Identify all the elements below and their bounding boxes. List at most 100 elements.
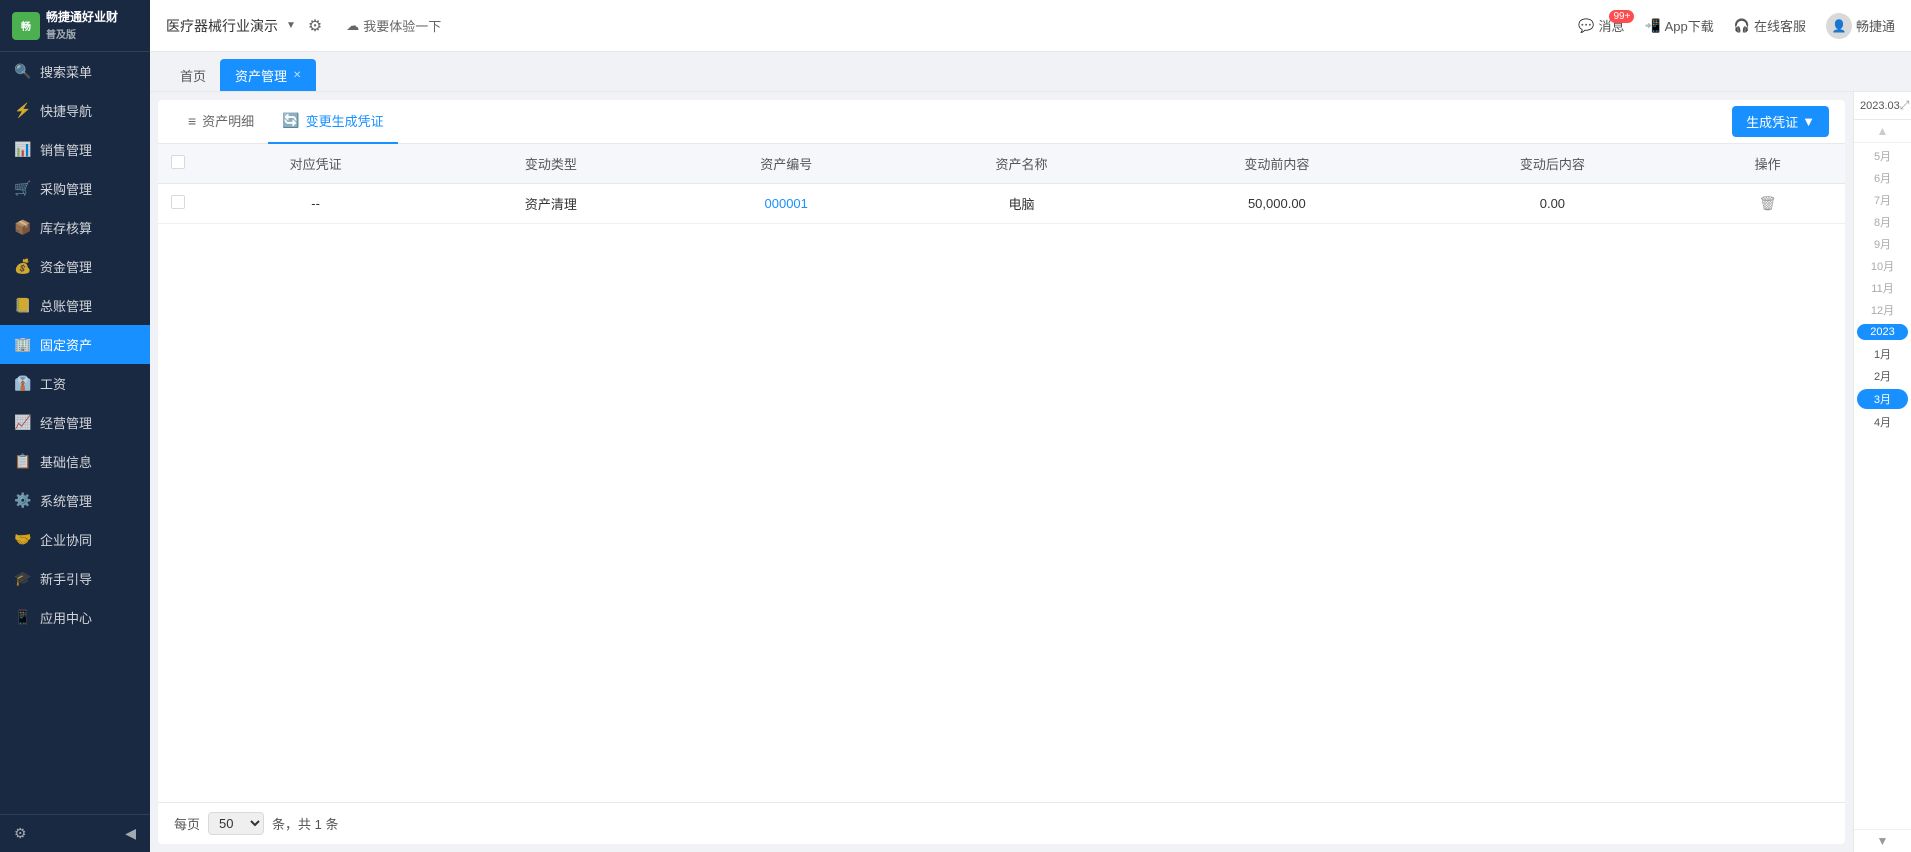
topbar: 医疗器械行业演示 ▼ ⚙ ☁ 我要体验一下 💬 消息 99+ 📲 App下载 🎧… [150, 0, 1911, 52]
message-btn[interactable]: 💬 消息 99+ [1578, 16, 1624, 35]
tab-home[interactable]: 首页 [166, 59, 220, 91]
cell-asset-no: 000001 [669, 184, 904, 224]
tl-month-10[interactable]: 10月 [1871, 255, 1894, 277]
header-voucher: 对应凭证 [198, 144, 433, 184]
headset-icon: 🎧 [1734, 18, 1750, 34]
cell-change-type: 资产清理 [433, 184, 668, 224]
generate-voucher-button[interactable]: 生成凭证 ▼ [1732, 106, 1829, 137]
header-before: 变动前内容 [1139, 144, 1415, 184]
user-label: 畅捷通 [1856, 16, 1895, 35]
tabbar: 首页 资产管理 ✕ [150, 52, 1911, 92]
sidebar-item-app-center[interactable]: 📱 应用中心 [0, 598, 150, 637]
inner-tab-change-label: 变更生成凭证 [306, 111, 384, 130]
sidebar-item-enterprise[interactable]: 🤝 企业协同 [0, 520, 150, 559]
money-icon: 💰 [14, 258, 32, 276]
user-btn[interactable]: 👤 畅捷通 [1826, 13, 1895, 39]
sidebar-nav: 🔍 搜索菜单 ⚡ 快捷导航 📊 销售管理 🛒 采购管理 📦 库存核算 💰 资金管… [0, 52, 150, 814]
sidebar-item-sales[interactable]: 📊 销售管理 [0, 130, 150, 169]
right-panel-header: 2023.03 ⤢ ✕ [1854, 92, 1911, 120]
handshake-icon: 🤝 [14, 531, 32, 549]
tl-month-5[interactable]: 5月 [1874, 145, 1891, 167]
sidebar-item-basic-info[interactable]: 📋 基础信息 [0, 442, 150, 481]
row-checkbox[interactable] [171, 195, 185, 209]
sidebar-item-quick-nav[interactable]: ⚡ 快捷导航 [0, 91, 150, 130]
sidebar-item-system[interactable]: ⚙️ 系统管理 [0, 481, 150, 520]
data-table-container: 对应凭证 变动类型 资产编号 资产名称 变动前内容 变动后内容 操作 [158, 144, 1845, 802]
tl-month-11[interactable]: 11月 [1871, 277, 1893, 299]
app-download-label: App下载 [1665, 16, 1714, 35]
logo-title: 畅捷通好业财 [46, 10, 118, 26]
panel-expand-icon[interactable]: ⤢ [1900, 98, 1910, 113]
header-asset-no: 资产编号 [669, 144, 904, 184]
panel-year-label: 2023.03 [1860, 100, 1900, 112]
cell-asset-name: 电脑 [904, 184, 1139, 224]
asset-id-link[interactable]: 000001 [765, 196, 808, 211]
scroll-up-btn[interactable]: ▲ [1854, 120, 1911, 143]
right-panel: 2023.03 ⤢ ✕ ▲ 5月 6月 7月 8月 9月 10月 11月 12月 [1853, 92, 1911, 852]
info-icon: 📋 [14, 453, 32, 471]
tl-month-2[interactable]: 2月 [1874, 365, 1891, 387]
chart-icon: 📊 [14, 141, 32, 159]
sidebar-item-search[interactable]: 🔍 搜索菜单 [0, 52, 150, 91]
select-all-checkbox[interactable] [171, 155, 185, 169]
scroll-down-icon: ▼ [1877, 834, 1889, 848]
sidebar-item-funds[interactable]: 💰 资金管理 [0, 247, 150, 286]
scroll-down-btn[interactable]: ▼ [1854, 829, 1911, 852]
tab-close-icon[interactable]: ✕ [293, 70, 301, 81]
inner-tab-asset-detail[interactable]: ≡ 资产明细 [174, 100, 268, 144]
tab-asset-label: 资产管理 [235, 66, 287, 85]
sidebar-item-fixed-assets[interactable]: 🏢 固定资产 [0, 325, 150, 364]
tl-year-2023[interactable]: 2023 [1857, 324, 1908, 340]
tl-month-8[interactable]: 8月 [1874, 211, 1891, 233]
sidebar-item-label: 工资 [40, 374, 66, 393]
sidebar-item-label: 经营管理 [40, 413, 92, 432]
tl-month-3-active[interactable]: 3月 [1857, 389, 1908, 409]
scroll-up-icon: ▲ [1877, 124, 1889, 138]
message-icon: 💬 [1578, 18, 1594, 34]
tl-month-4[interactable]: 4月 [1874, 411, 1891, 433]
inner-tab-change-voucher[interactable]: 🔄 变更生成凭证 [268, 100, 397, 144]
sidebar-collapse-icon[interactable]: ◀ [125, 825, 136, 842]
tab-asset-management[interactable]: 资产管理 ✕ [220, 59, 316, 91]
app-download-btn[interactable]: 📲 App下载 [1644, 16, 1713, 35]
header-asset-name: 资产名称 [904, 144, 1139, 184]
sidebar-item-inventory[interactable]: 📦 库存核算 [0, 208, 150, 247]
tl-month-9[interactable]: 9月 [1874, 233, 1891, 255]
sidebar-item-purchase[interactable]: 🛒 采购管理 [0, 169, 150, 208]
sidebar-item-label: 采购管理 [40, 179, 92, 198]
topbar-settings-icon[interactable]: ⚙ [308, 16, 322, 36]
company-dropdown-icon[interactable]: ▼ [286, 20, 296, 31]
cell-after: 0.00 [1415, 184, 1691, 224]
sidebar-settings-icon[interactable]: ⚙ [14, 825, 27, 842]
tl-month-1[interactable]: 1月 [1874, 343, 1891, 365]
pagination: 每页 50 10 20 100 条，共 1 条 [158, 802, 1845, 844]
cell-voucher: -- [198, 184, 433, 224]
tl-month-12[interactable]: 12月 [1871, 299, 1894, 321]
sidebar-item-payroll[interactable]: 👔 工资 [0, 364, 150, 403]
panel-controls: ⤢ ✕ [1900, 98, 1911, 113]
header-checkbox-cell [158, 144, 198, 184]
customer-service-btn[interactable]: 🎧 在线客服 [1734, 16, 1806, 35]
settings-icon: ⚙️ [14, 492, 32, 510]
ops-icon: 📈 [14, 414, 32, 432]
sidebar-item-ledger[interactable]: 📒 总账管理 [0, 286, 150, 325]
list-icon: ≡ [188, 113, 196, 129]
header-change-type: 变动类型 [433, 144, 668, 184]
lightning-icon: ⚡ [14, 102, 32, 120]
experience-btn[interactable]: ☁ 我要体验一下 [346, 16, 441, 35]
tl-month-6[interactable]: 6月 [1874, 167, 1891, 189]
sidebar-item-guide[interactable]: 🎓 新手引导 [0, 559, 150, 598]
app-download-icon: 📲 [1644, 18, 1660, 34]
tab-home-label: 首页 [180, 66, 206, 85]
logo-subtitle: 普及版 [46, 26, 118, 41]
timeline-scroll: 5月 6月 7月 8月 9月 10月 11月 12月 2023 1月 2月 3月… [1854, 143, 1911, 829]
per-page-select[interactable]: 50 10 20 100 [208, 812, 264, 835]
company-name: 医疗器械行业演示 [166, 16, 278, 36]
page-content: ≡ 资产明细 🔄 变更生成凭证 生成凭证 ▼ [158, 100, 1845, 844]
dropdown-arrow-icon: ▼ [1802, 114, 1815, 129]
delete-icon[interactable]: 🗑 [1759, 195, 1777, 211]
sidebar-item-operations[interactable]: 📈 经营管理 [0, 403, 150, 442]
tl-month-7[interactable]: 7月 [1874, 189, 1891, 211]
sidebar-item-label: 固定资产 [40, 335, 92, 354]
cell-action: 🗑 [1690, 184, 1845, 224]
